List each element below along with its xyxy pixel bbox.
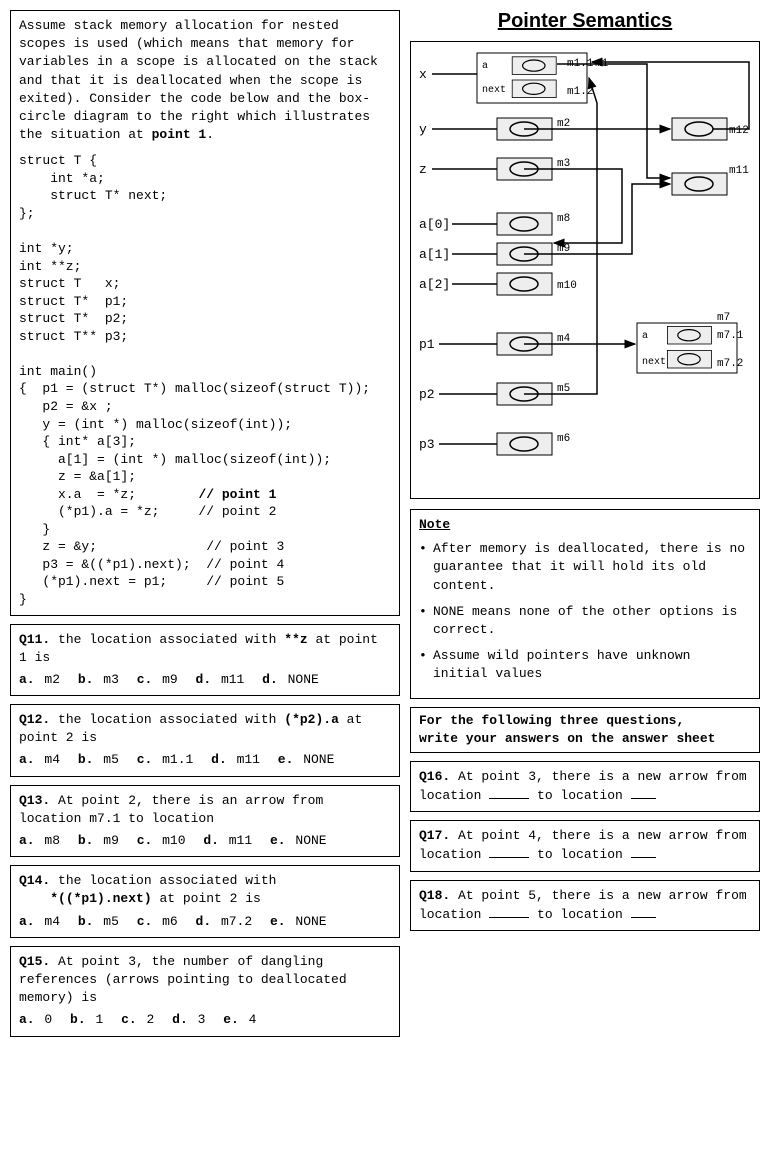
diag-label-m6: m6 bbox=[557, 433, 570, 445]
diag-label-p3: p3 bbox=[419, 437, 435, 452]
diag-label-x-next: next bbox=[482, 85, 506, 96]
diag-label-m12: m12 bbox=[729, 125, 749, 137]
q18-label: Q18. bbox=[419, 888, 450, 903]
note-bullet-1: After memory is deallocated, there is no… bbox=[419, 540, 751, 595]
diag-label-z: z bbox=[419, 162, 427, 177]
q16-blank-to[interactable] bbox=[631, 786, 656, 799]
q13-label: Q13. bbox=[19, 793, 50, 808]
q17-blank-from[interactable] bbox=[489, 845, 529, 858]
write-answers-header: For the following three questions, write… bbox=[410, 707, 760, 753]
note-box: Note After memory is deallocated, there … bbox=[410, 509, 760, 699]
diag-label-a2: a[2] bbox=[419, 277, 450, 292]
q16-label: Q16. bbox=[419, 769, 450, 784]
q11-box: Q11. the location associated with **z at… bbox=[10, 624, 400, 697]
q11-label: Q11. bbox=[19, 632, 50, 647]
q17-blank-to[interactable] bbox=[631, 845, 656, 858]
diag-label-x: x bbox=[419, 67, 427, 82]
diag-label-m8: m8 bbox=[557, 213, 570, 225]
q15-box: Q15. At point 3, the number of dangling … bbox=[10, 946, 400, 1037]
diag-label-a1: a[1] bbox=[419, 247, 450, 262]
diag-label-m1-2: m1.2 bbox=[567, 86, 593, 98]
diag-label-m7-2: m7.2 bbox=[717, 358, 743, 370]
q14-options: a. m4 b. m5 c. m6 d. m7.2 e. NONE bbox=[19, 913, 391, 931]
note-title: Note bbox=[419, 516, 751, 534]
q17-box: Q17. At point 4, there is a new arrow fr… bbox=[410, 820, 760, 871]
intro-text: Assume stack memory allocation for neste… bbox=[19, 17, 391, 144]
diag-label-m11: m11 bbox=[729, 165, 749, 177]
diag-label-p2: p2 bbox=[419, 387, 435, 402]
q12-label: Q12. bbox=[19, 712, 50, 727]
q15-options: a. 0 b. 1 c. 2 d. 3 e. 4 bbox=[19, 1011, 391, 1029]
q15-label: Q15. bbox=[19, 954, 50, 969]
q12-options: a. m4 b. m5 c. m1.1 d. m11 e. NONE bbox=[19, 751, 391, 769]
q14-box: Q14. the location associated with *((*p1… bbox=[10, 865, 400, 938]
diag-label-m7-1: m7.1 bbox=[717, 330, 744, 342]
q18-blank-from[interactable] bbox=[489, 905, 529, 918]
diag-label-m3: m3 bbox=[557, 158, 570, 170]
intro-code-box: Assume stack memory allocation for neste… bbox=[10, 10, 400, 616]
q17-label: Q17. bbox=[419, 828, 450, 843]
page-title: Pointer Semantics bbox=[410, 10, 760, 33]
q14-label: Q14. bbox=[19, 873, 50, 888]
q13-options: a. m8 b. m9 c. m10 d. m11 e. NONE bbox=[19, 832, 391, 850]
diag-label-m7-a: a bbox=[642, 331, 648, 342]
note-bullet-2: NONE means none of the other options is … bbox=[419, 603, 751, 639]
q12-box: Q12. the location associated with (*p2).… bbox=[10, 704, 400, 777]
q16-blank-from[interactable] bbox=[489, 786, 529, 799]
note-bullet-3: Assume wild pointers have unknown initia… bbox=[419, 647, 751, 683]
diag-label-m10: m10 bbox=[557, 280, 577, 292]
diag-label-m4: m4 bbox=[557, 333, 571, 345]
diagram-svg: .vlab{font:13px "Courier New",monospace;… bbox=[417, 48, 753, 488]
q18-blank-to[interactable] bbox=[631, 905, 656, 918]
q16-box: Q16. At point 3, there is a new arrow fr… bbox=[410, 761, 760, 812]
code-block: struct T { int *a; struct T* next; }; in… bbox=[19, 152, 391, 608]
q18-box: Q18. At point 5, there is a new arrow fr… bbox=[410, 880, 760, 931]
q13-box: Q13. At point 2, there is an arrow from … bbox=[10, 785, 400, 858]
diag-label-m7: m7 bbox=[717, 312, 730, 324]
pointer-diagram: .vlab{font:13px "Courier New",monospace;… bbox=[410, 41, 760, 499]
diag-label-x-a: a bbox=[482, 61, 488, 72]
diag-label-m2: m2 bbox=[557, 118, 570, 130]
diag-label-p1: p1 bbox=[419, 337, 435, 352]
diag-label-m7-next: next bbox=[642, 357, 666, 368]
diag-label-m5: m5 bbox=[557, 383, 570, 395]
diag-label-y: y bbox=[419, 122, 427, 137]
q11-options: a. m2 b. m3 c. m9 d. m11 d. NONE bbox=[19, 671, 391, 689]
diag-label-a0: a[0] bbox=[419, 217, 450, 232]
diag-label-m9: m9 bbox=[557, 243, 570, 255]
